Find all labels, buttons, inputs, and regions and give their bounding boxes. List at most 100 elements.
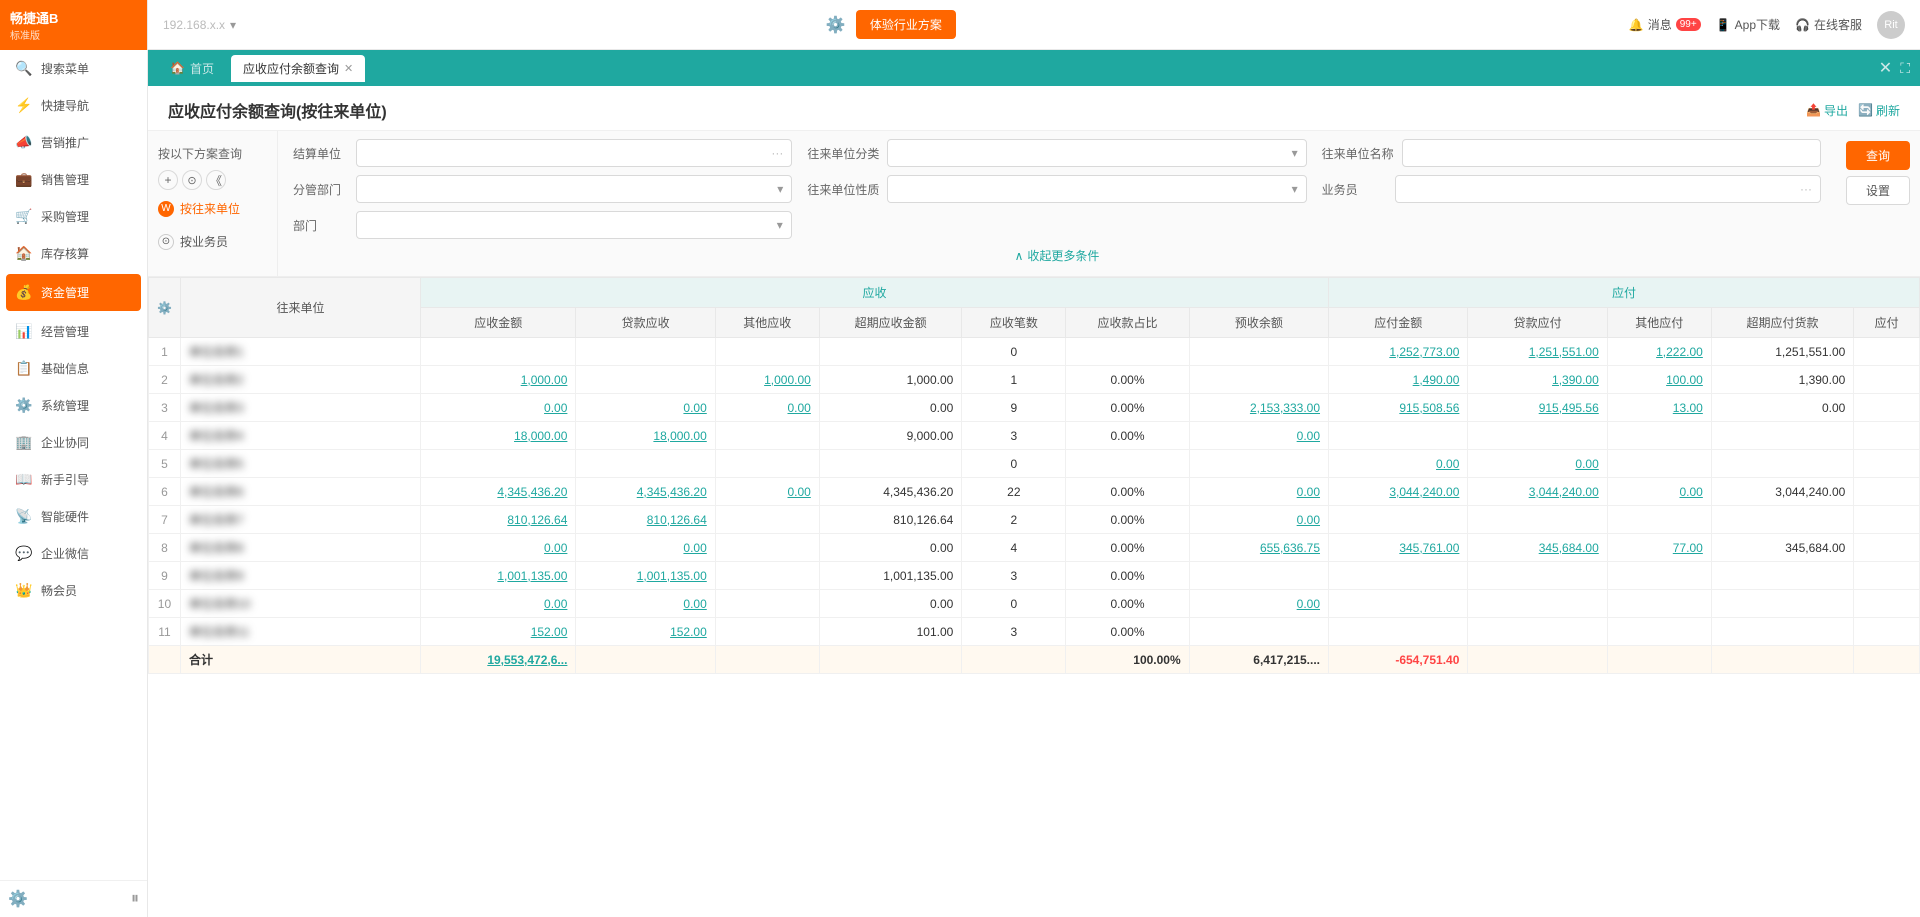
solution-button[interactable]: 体验行业方案 (856, 10, 956, 39)
refresh-button[interactable]: 🔄 刷新 (1858, 102, 1900, 119)
app-download-button[interactable]: 📱 App下载 (1716, 16, 1780, 33)
row-ap-loan[interactable] (1468, 506, 1607, 534)
row-ar-loan[interactable]: 0.00 (576, 534, 715, 562)
row-ap-other[interactable]: 0.00 (1607, 478, 1711, 506)
row-ap-amount[interactable]: 915,508.56 (1329, 394, 1468, 422)
row-ar-prepay[interactable] (1189, 366, 1328, 394)
row-ar-other[interactable] (715, 450, 819, 478)
row-ap-amount[interactable] (1329, 590, 1468, 618)
chevron-down-icon[interactable]: ▾ (230, 18, 236, 32)
salesman-input[interactable]: ··· (1395, 175, 1821, 203)
sidebar-item-purchase[interactable]: 🛒 采购管理 (0, 198, 147, 235)
sidebar-item-operation[interactable]: 📊 经营管理 (0, 313, 147, 350)
row-ar-other[interactable]: 1,000.00 (715, 366, 819, 394)
query-button[interactable]: 查询 (1846, 141, 1910, 170)
row-ar-prepay[interactable] (1189, 562, 1328, 590)
row-ap-other[interactable]: 77.00 (1607, 534, 1711, 562)
unit-category-select[interactable]: ▾ (887, 139, 1306, 167)
row-ap-loan[interactable] (1468, 590, 1607, 618)
sidebar-item-wechat[interactable]: 💬 企业微信 (0, 535, 147, 572)
row-ar-amount[interactable]: 1,001,135.00 (421, 562, 576, 590)
row-ar-other[interactable] (715, 562, 819, 590)
online-service-button[interactable]: 🎧 在线客服 (1795, 16, 1862, 33)
sidebar-item-member[interactable]: 👑 畅会员 (0, 572, 147, 609)
row-ap-other[interactable]: 100.00 (1607, 366, 1711, 394)
sidebar-item-guide[interactable]: 📖 新手引导 (0, 461, 147, 498)
row-ar-loan[interactable]: 152.00 (576, 618, 715, 646)
message-button[interactable]: 🔔 消息 99+ (1629, 16, 1701, 33)
row-ar-amount[interactable] (421, 450, 576, 478)
row-ar-other[interactable]: 0.00 (715, 478, 819, 506)
settings-bottom-icon[interactable]: ⚙️ (8, 889, 28, 909)
row-ar-loan[interactable] (576, 366, 715, 394)
row-ap-loan[interactable]: 1,390.00 (1468, 366, 1607, 394)
sidebar-item-finance[interactable]: 💰 资金管理 (6, 274, 141, 311)
maximize-icon[interactable]: ⛶ (1900, 60, 1910, 77)
row-ap-loan[interactable]: 1,251,551.00 (1468, 338, 1607, 366)
settlement-input[interactable]: ··· (356, 139, 792, 167)
prev-scheme-button[interactable]: 《 (206, 170, 226, 190)
row-ar-other[interactable] (715, 534, 819, 562)
scheme-by-salesman[interactable]: ⊙ 按业务员 (148, 225, 277, 258)
row-ar-amount[interactable]: 1,000.00 (421, 366, 576, 394)
sidebar-item-smart-hw[interactable]: 📡 智能硬件 (0, 498, 147, 535)
row-ar-loan[interactable]: 0.00 (576, 394, 715, 422)
row-ap-amount[interactable] (1329, 562, 1468, 590)
row-ar-loan[interactable]: 1,001,135.00 (576, 562, 715, 590)
row-ar-prepay[interactable] (1189, 618, 1328, 646)
row-ar-loan[interactable]: 810,126.64 (576, 506, 715, 534)
sidebar-item-sales[interactable]: 💼 销售管理 (0, 161, 147, 198)
row-ar-other[interactable] (715, 422, 819, 450)
row-ap-loan[interactable]: 345,684.00 (1468, 534, 1607, 562)
row-ar-other[interactable]: 0.00 (715, 394, 819, 422)
table-settings-icon[interactable]: ⚙️ (157, 301, 172, 315)
row-ar-loan[interactable]: 0.00 (576, 590, 715, 618)
row-ar-prepay[interactable]: 0.00 (1189, 590, 1328, 618)
row-ap-amount[interactable]: 345,761.00 (1329, 534, 1468, 562)
row-ar-prepay[interactable]: 655,636.75 (1189, 534, 1328, 562)
row-ar-prepay[interactable]: 0.00 (1189, 506, 1328, 534)
row-ar-amount[interactable]: 0.00 (421, 394, 576, 422)
row-ap-other[interactable] (1607, 506, 1711, 534)
row-ap-amount[interactable]: 3,044,240.00 (1329, 478, 1468, 506)
row-ar-amount[interactable]: 810,126.64 (421, 506, 576, 534)
row-ar-prepay[interactable] (1189, 450, 1328, 478)
export-button[interactable]: 📤 导出 (1806, 102, 1848, 119)
close-tab-icon[interactable]: ✕ (344, 62, 353, 75)
sidebar-item-inventory[interactable]: 🏠 库存核算 (0, 235, 147, 272)
row-ar-prepay[interactable]: 2,153,333.00 (1189, 394, 1328, 422)
sidebar-item-basic-info[interactable]: 📋 基础信息 (0, 350, 147, 387)
row-ar-prepay[interactable] (1189, 338, 1328, 366)
row-ap-loan[interactable]: 0.00 (1468, 450, 1607, 478)
sidebar-item-search-menu[interactable]: 🔍 搜索菜单 (0, 50, 147, 87)
tab-home[interactable]: 🏠 首页 (158, 55, 226, 82)
row-ap-loan[interactable]: 3,044,240.00 (1468, 478, 1607, 506)
row-ar-loan[interactable]: 4,345,436.20 (576, 478, 715, 506)
sidebar-item-marketing[interactable]: 📣 营销推广 (0, 124, 147, 161)
row-ar-other[interactable] (715, 506, 819, 534)
unit-nature-select[interactable]: ▾ (887, 175, 1306, 203)
row-ar-loan[interactable] (576, 338, 715, 366)
close-window-icon[interactable]: ✕ (1879, 58, 1892, 78)
unit-name-input[interactable] (1402, 139, 1821, 167)
row-ap-loan[interactable] (1468, 618, 1607, 646)
row-ap-other[interactable] (1607, 618, 1711, 646)
row-ap-other[interactable]: 13.00 (1607, 394, 1711, 422)
scheme-by-unit[interactable]: W 按往来单位 (148, 192, 277, 225)
row-ar-prepay[interactable]: 0.00 (1189, 422, 1328, 450)
row-ap-amount[interactable] (1329, 422, 1468, 450)
user-avatar[interactable]: Rit (1877, 11, 1905, 39)
row-ar-amount[interactable]: 18,000.00 (421, 422, 576, 450)
row-ar-other[interactable] (715, 590, 819, 618)
row-ap-other[interactable] (1607, 422, 1711, 450)
row-ap-other[interactable] (1607, 562, 1711, 590)
row-ar-loan[interactable]: 18,000.00 (576, 422, 715, 450)
row-ar-loan[interactable] (576, 450, 715, 478)
row-ar-amount[interactable]: 152.00 (421, 618, 576, 646)
row-ap-loan[interactable] (1468, 422, 1607, 450)
sidebar-item-enterprise[interactable]: 🏢 企业协同 (0, 424, 147, 461)
settings-icon[interactable]: ⚙️ (826, 15, 846, 35)
toggle-sidebar-icon[interactable]: ⏸ (131, 890, 139, 908)
branch-dept-select[interactable]: ▾ (356, 211, 792, 239)
sidebar-item-quick-nav[interactable]: ⚡ 快捷导航 (0, 87, 147, 124)
